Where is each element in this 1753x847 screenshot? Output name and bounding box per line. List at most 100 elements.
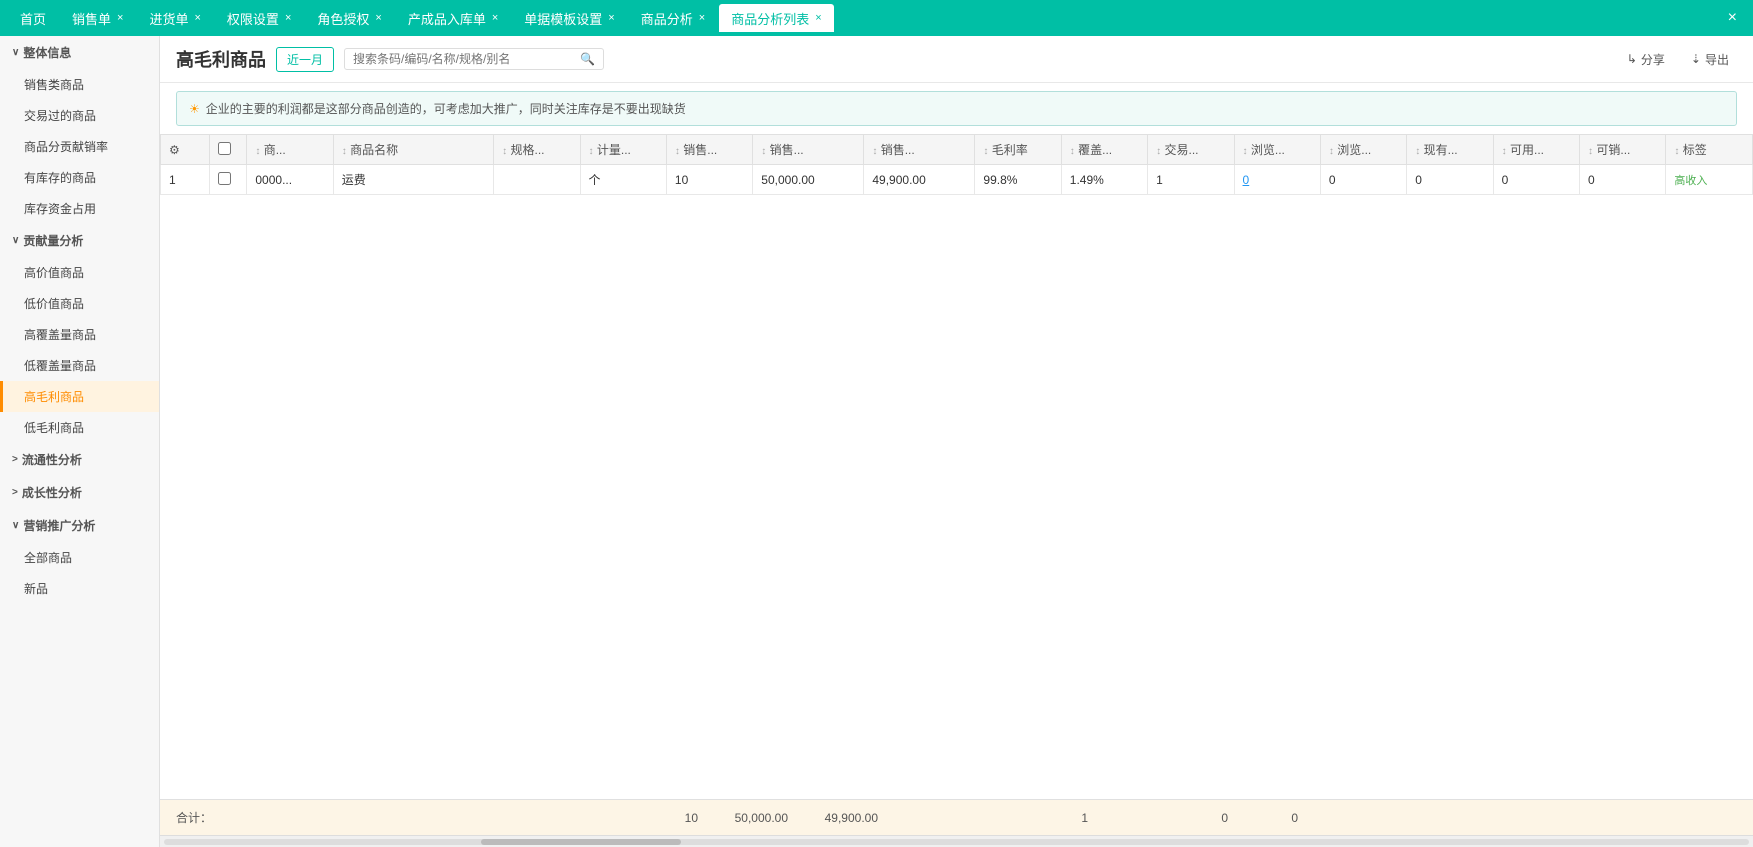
top-navigation: 首页销售单×进货单×权限设置×角色授权×产成品入库单×单据模板设置×商品分析×商… <box>0 0 1753 36</box>
tag-label: 高收入 <box>1674 175 1707 187</box>
nav-close-icon[interactable]: × <box>699 12 705 24</box>
nav-item-产成品入库单[interactable]: 产成品入库单× <box>396 4 510 32</box>
browse-link[interactable]: 0 <box>1243 173 1250 187</box>
row-transaction: 1 <box>1148 165 1234 195</box>
table-col-header-9[interactable]: ↕ 毛利率 <box>975 135 1061 165</box>
share-button[interactable]: ↳ 分享 <box>1619 47 1673 72</box>
sidebar-group-label: 流通性分析 <box>22 451 82 468</box>
table-col-header-4[interactable]: ↕ 规格... <box>494 135 580 165</box>
table-container: ⚙↕ 商...↕ 商品名称↕ 规格...↕ 计量...↕ 销售...↕ 销售..… <box>160 134 1753 799</box>
sidebar-group-header-贡献量分析[interactable]: ∨贡献量分析 <box>0 224 159 257</box>
col-sort-icon: ↕ <box>342 146 347 157</box>
table-col-header-5[interactable]: ↕ 计量... <box>580 135 666 165</box>
sidebar-item-有库存的商品[interactable]: 有库存的商品 <box>0 162 159 193</box>
search-icon[interactable]: 🔍 <box>580 52 595 66</box>
row-checkbox[interactable] <box>210 165 247 195</box>
table-col-header-0[interactable]: ⚙ <box>161 135 210 165</box>
table-col-header-3[interactable]: ↕ 商品名称 <box>333 135 493 165</box>
close-window-button[interactable]: × <box>1720 9 1745 27</box>
export-icon: ⇣ <box>1691 52 1701 66</box>
nav-close-icon[interactable]: × <box>375 12 381 24</box>
footer-browse2: 0 <box>1166 811 1236 825</box>
col-sort-icon: ↕ <box>1156 146 1161 157</box>
sidebar-item-新品[interactable]: 新品 <box>0 573 159 604</box>
table-col-header-13[interactable]: ↕ 浏览... <box>1320 135 1406 165</box>
info-banner: ☀ 企业的主要的利润都是这部分商品创造的，可考虑加大推广，同时关注库存是不要出现… <box>176 91 1737 126</box>
sidebar-group-header-营销推广分析[interactable]: ∨营销推广分析 <box>0 509 159 542</box>
sidebar-group-header-流通性分析[interactable]: >流通性分析 <box>0 443 159 476</box>
row-tag: 高收入 <box>1666 165 1753 195</box>
nav-item-销售单[interactable]: 销售单× <box>60 4 135 32</box>
filter-recent-month-button[interactable]: 近一月 <box>276 47 334 72</box>
row-coverage: 1.49% <box>1061 165 1147 195</box>
sidebar-item-高毛利商品[interactable]: 高毛利商品 <box>0 381 159 412</box>
sidebar-group: >成长性分析 <box>0 476 159 509</box>
table-col-header-6[interactable]: ↕ 销售... <box>666 135 752 165</box>
table-col-header-8[interactable]: ↕ 销售... <box>864 135 975 165</box>
gear-icon[interactable]: ⚙ <box>169 143 180 157</box>
nav-close-icon[interactable]: × <box>194 12 200 24</box>
nav-item-进货单[interactable]: 进货单× <box>137 4 212 32</box>
col-sort-icon: ↕ <box>872 146 877 157</box>
sidebar-group-arrow-icon: ∨ <box>12 235 19 246</box>
sidebar-group-header-成长性分析[interactable]: >成长性分析 <box>0 476 159 509</box>
nav-close-icon[interactable]: × <box>285 12 291 24</box>
col-sort-icon: ↕ <box>983 146 988 157</box>
table-col-header-17[interactable]: ↕ 标签 <box>1666 135 1753 165</box>
nav-close-icon[interactable]: × <box>117 12 123 24</box>
sidebar-group-label: 成长性分析 <box>22 484 82 501</box>
table-col-header-2[interactable]: ↕ 商... <box>247 135 333 165</box>
table-col-header-11[interactable]: ↕ 交易... <box>1148 135 1234 165</box>
row-sale3: 49,900.00 <box>864 165 975 195</box>
nav-close-icon[interactable]: × <box>492 12 498 24</box>
nav-close-icon[interactable]: × <box>815 12 821 24</box>
sidebar-item-高价值商品[interactable]: 高价值商品 <box>0 257 159 288</box>
page-title: 高毛利商品 <box>176 46 266 72</box>
row-name: 运费 <box>333 165 493 195</box>
sidebar-item-全部商品[interactable]: 全部商品 <box>0 542 159 573</box>
sidebar-collapse-button[interactable]: « <box>159 422 160 462</box>
row-browse1[interactable]: 0 <box>1234 165 1320 195</box>
content-area: 高毛利商品 近一月 🔍 ↳ 分享 ⇣ 导出 ☀ 企业的主要的利润都是这部分商品创… <box>160 36 1753 847</box>
sidebar-item-销售类商品[interactable]: 销售类商品 <box>0 69 159 100</box>
nav-item-首页[interactable]: 首页 <box>8 4 58 32</box>
table-col-header-15[interactable]: ↕ 可用... <box>1493 135 1579 165</box>
search-input[interactable] <box>353 52 574 66</box>
sidebar-item-低价值商品[interactable]: 低价值商品 <box>0 288 159 319</box>
row-browse2: 0 <box>1320 165 1406 195</box>
table-col-header-10[interactable]: ↕ 覆盖... <box>1061 135 1147 165</box>
col-sort-icon: ↕ <box>1243 146 1248 157</box>
nav-item-商品分析[interactable]: 商品分析× <box>629 4 717 32</box>
banner-text: 企业的主要的利润都是这部分商品创造的，可考虑加大推广，同时关注库存是不要出现缺货 <box>206 100 686 117</box>
col-sort-icon: ↕ <box>1674 146 1679 157</box>
data-table: ⚙↕ 商...↕ 商品名称↕ 规格...↕ 计量...↕ 销售...↕ 销售..… <box>160 134 1753 195</box>
table-col-header-12[interactable]: ↕ 浏览... <box>1234 135 1320 165</box>
col-sort-icon: ↕ <box>1070 146 1075 157</box>
nav-item-权限设置[interactable]: 权限设置× <box>215 4 303 32</box>
row-select-checkbox[interactable] <box>218 172 231 185</box>
nav-item-商品分析列表[interactable]: 商品分析列表× <box>719 4 833 32</box>
export-button[interactable]: ⇣ 导出 <box>1683 47 1737 72</box>
sidebar-item-交易过的商品[interactable]: 交易过的商品 <box>0 100 159 131</box>
sidebar-item-低覆盖量商品[interactable]: 低覆盖量商品 <box>0 350 159 381</box>
sidebar-group-arrow-icon: ∨ <box>12 520 19 531</box>
sidebar-group: ∨营销推广分析全部商品新品 <box>0 509 159 604</box>
col-sort-icon: ↕ <box>1502 146 1507 157</box>
nav-close-icon[interactable]: × <box>608 12 614 24</box>
select-all-checkbox[interactable] <box>218 142 231 155</box>
footer-total-row: 合计： 10 50,000.00 49,900.00 1 0 0 <box>160 799 1753 835</box>
table-col-header-16[interactable]: ↕ 可销... <box>1580 135 1666 165</box>
scrollbar-thumb[interactable] <box>481 839 681 845</box>
bottom-scrollbar[interactable] <box>160 835 1753 847</box>
sidebar-item-商品分贡献销率[interactable]: 商品分贡献销率 <box>0 131 159 162</box>
sidebar-item-库存资金占用[interactable]: 库存资金占用 <box>0 193 159 224</box>
sidebar-item-低毛利商品[interactable]: 低毛利商品 <box>0 412 159 443</box>
row-stock-saleable: 0 <box>1580 165 1666 195</box>
table-col-header-14[interactable]: ↕ 现有... <box>1407 135 1493 165</box>
table-col-header-7[interactable]: ↕ 销售... <box>753 135 864 165</box>
sidebar-item-高覆盖量商品[interactable]: 高覆盖量商品 <box>0 319 159 350</box>
table-col-header-1[interactable] <box>210 135 247 165</box>
nav-item-单据模板设置[interactable]: 单据模板设置× <box>512 4 626 32</box>
nav-item-角色授权[interactable]: 角色授权× <box>305 4 393 32</box>
sidebar-group-header-整体信息[interactable]: ∨整体信息 <box>0 36 159 69</box>
